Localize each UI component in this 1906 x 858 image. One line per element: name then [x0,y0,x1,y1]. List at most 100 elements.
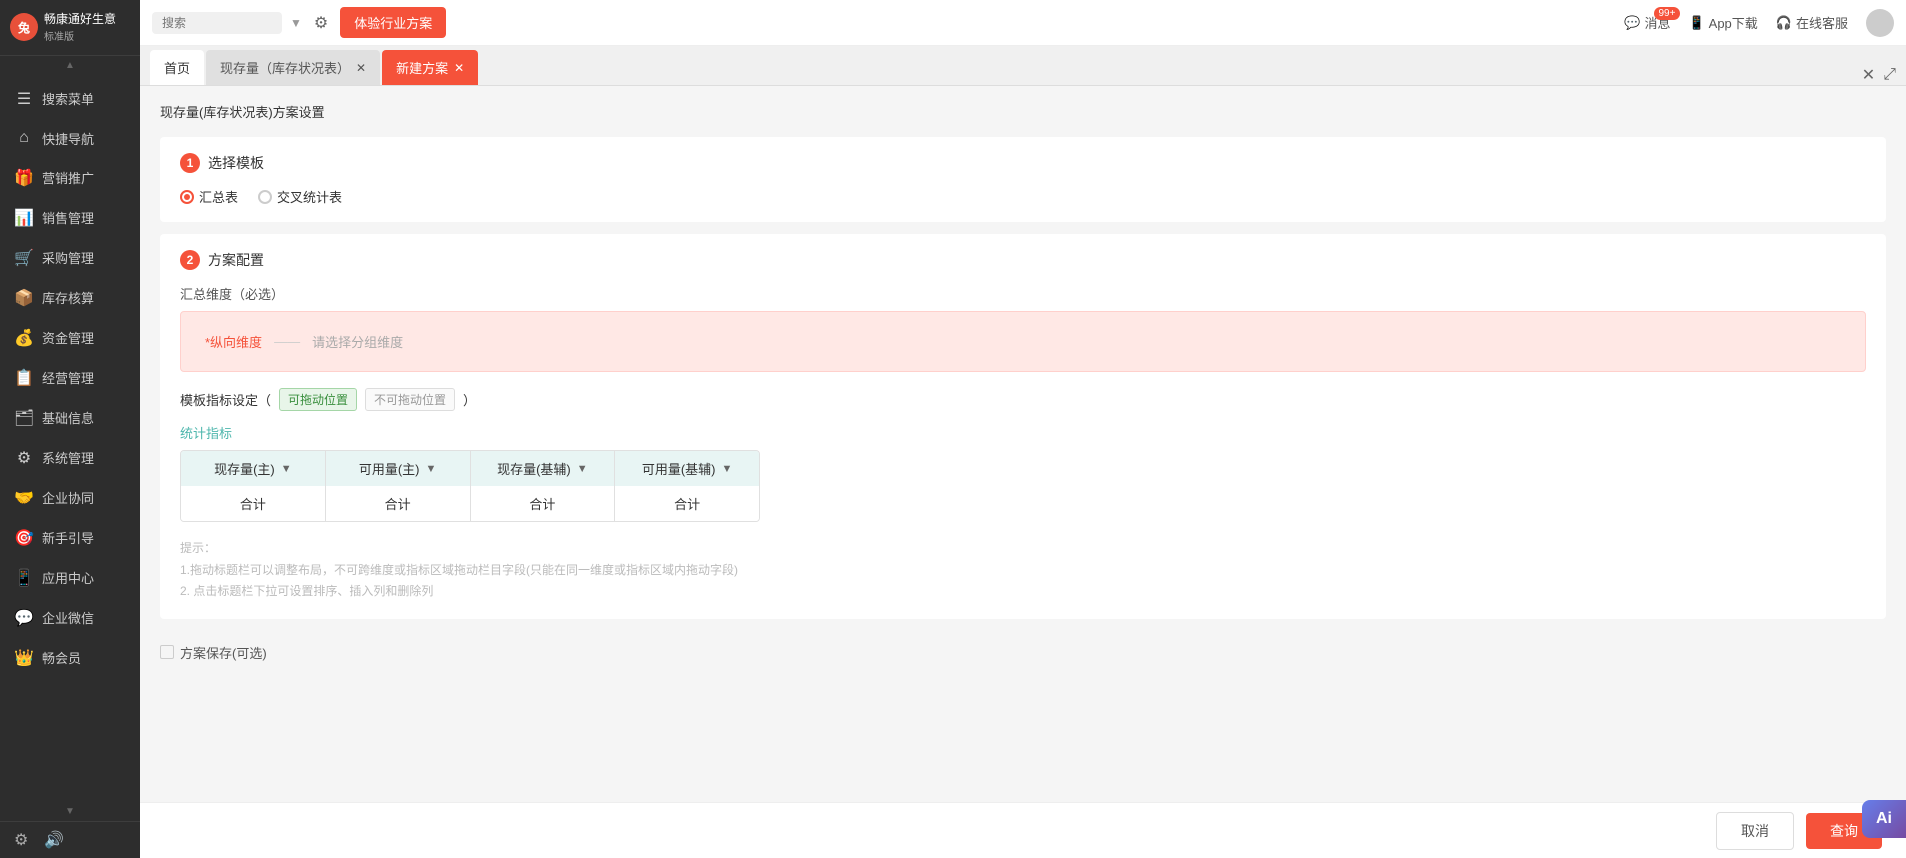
topbar-right: 💬 消息 99+ 📱 App下载 🎧 在线客服 [1624,9,1894,37]
topbar-settings-icon[interactable]: ⚙ [314,13,328,33]
save-checkbox[interactable] [160,645,174,659]
sidebar-item-inventory[interactable]: 📦 库存核算 [0,278,140,318]
tab-inventory-close[interactable]: ✕ [356,61,366,75]
sidebar-scroll-up[interactable]: ▲ [0,56,140,75]
search-input[interactable] [152,12,282,34]
sidebar-item-label: 新手引导 [42,528,94,547]
stats-col-1: 可用量(主) ▼ [326,451,471,486]
cancel-button[interactable]: 取消 [1716,812,1794,850]
gear-icon: ⚙ [14,448,34,468]
sidebar-footer: ⚙ 🔊 [0,821,140,858]
gift-icon: 🎁 [14,168,34,188]
sound-icon[interactable]: 🔊 [44,830,64,850]
stats-cell-0: 合计 [181,486,326,521]
footer-bar: 取消 查询 [140,802,1906,858]
stats-col-0-dropdown[interactable]: ▼ [281,463,292,475]
sidebar-item-label: 应用中心 [42,568,94,587]
sidebar-item-label: 企业协同 [42,488,94,507]
search-dropdown-icon[interactable]: ▼ [290,16,302,30]
scroll-down-arrow[interactable]: ▼ [65,806,75,817]
window-controls: ✕ ⤢ [1862,65,1896,85]
sidebar-item-app-center[interactable]: 📱 应用中心 [0,558,140,598]
draggable-badge: 可拖动位置 [279,388,357,411]
sidebar-item-label: 资金管理 [42,328,94,347]
section-config: 2 方案配置 汇总维度（必选） *纵向维度 —— 请选择分组维度 模板指标设定（… [160,234,1886,619]
folder-icon: 🗂 [14,408,34,428]
app-name: 畅康通好生意 [44,12,116,28]
tab-home[interactable]: 首页 [150,50,204,85]
clipboard-icon: 📋 [14,368,34,388]
sidebar-item-sales[interactable]: 📊 销售管理 [0,198,140,238]
stats-cell-3: 合计 [615,486,759,521]
stats-col-2-dropdown[interactable]: ▼ [577,463,588,475]
tab-inventory-status[interactable]: 现存量（库存状况表） ✕ [206,50,380,85]
sidebar-item-guide[interactable]: 🎯 新手引导 [0,518,140,558]
sidebar-item-label: 快捷导航 [42,129,94,148]
dimension-placeholder: 请选择分组维度 [312,332,403,351]
app-download-btn[interactable]: 📱 App下载 [1688,13,1757,32]
tab-new-scheme[interactable]: 新建方案 ✕ [382,50,478,85]
expand-window-btn[interactable]: ⤢ [1883,66,1896,84]
sidebar-item-purchase[interactable]: 🛒 采购管理 [0,238,140,278]
stats-col-3: 可用量(基辅) ▼ [615,451,759,486]
section1-number: 1 [180,153,200,173]
ai-float-button[interactable]: Ai [1862,800,1906,838]
sidebar-item-member[interactable]: 👑 畅会员 [0,638,140,678]
chart-icon: 📊 [14,208,34,228]
stats-table-header: 现存量(主) ▼ 可用量(主) ▼ 现存量(基辅) ▼ 可用量(基辅) ▼ [181,451,759,486]
tab-inventory-label: 现存量（库存状况表） [220,58,350,77]
sidebar-item-system[interactable]: ⚙ 系统管理 [0,438,140,478]
headset-icon: 🎧 [1776,15,1792,31]
dimension-dash: —— [274,334,300,349]
message-btn[interactable]: 💬 消息 99+ [1624,13,1670,32]
stats-table-body: 合计 合计 合计 合计 [181,486,759,521]
handshake-icon: 🤝 [14,488,34,508]
app-badge: 标准版 [44,28,116,43]
sidebar-item-wechat[interactable]: 💬 企业微信 [0,598,140,638]
radio-cross[interactable]: 交叉统计表 [258,187,342,206]
sidebar-item-label: 基础信息 [42,408,94,427]
settings-icon[interactable]: ⚙ [14,830,28,850]
customer-service-btn[interactable]: 🎧 在线客服 [1776,13,1848,32]
stats-cell-1: 合计 [326,486,471,521]
sidebar-item-label: 营销推广 [42,168,94,187]
sidebar: 兔 畅康通好生意 标准版 ▲ ☰ 搜索菜单 ⌂ 快捷导航 🎁 营销推广 📊 销售… [0,0,140,858]
topbar: ▼ ⚙ 体验行业方案 💬 消息 99+ 📱 App下载 🎧 在线客服 [140,0,1906,46]
main-area: ▼ ⚙ 体验行业方案 💬 消息 99+ 📱 App下载 🎧 在线客服 首页 [140,0,1906,858]
sidebar-item-quick-nav[interactable]: ⌂ 快捷导航 [0,119,140,158]
sidebar-item-label: 系统管理 [42,448,94,467]
tabs-bar: 首页 现存量（库存状况表） ✕ 新建方案 ✕ ✕ ⤢ [140,46,1906,86]
close-window-btn[interactable]: ✕ [1862,65,1875,85]
section2-number: 2 [180,250,200,270]
stats-table: 现存量(主) ▼ 可用量(主) ▼ 现存量(基辅) ▼ 可用量(基辅) ▼ [180,450,760,522]
app-icon: 📱 [1688,15,1704,31]
stats-col-3-dropdown[interactable]: ▼ [722,463,733,475]
sidebar-item-enterprise[interactable]: 🤝 企业协同 [0,478,140,518]
user-avatar[interactable] [1866,9,1894,37]
stats-section-title: 统计指标 [180,423,1866,442]
sidebar-item-label: 畅会员 [42,648,81,667]
logo-icon: 兔 [10,13,38,41]
template-radio-group: 汇总表 交叉统计表 [180,187,1866,206]
mobile-icon: 📱 [14,568,34,588]
sidebar-item-finance[interactable]: 💰 资金管理 [0,318,140,358]
tab-new-scheme-close[interactable]: ✕ [454,61,464,75]
sidebar-scroll-down[interactable]: ▼ [0,802,140,821]
sidebar-item-basic-info[interactable]: 🗂 基础信息 [0,398,140,438]
sidebar-item-label: 搜索菜单 [42,89,94,108]
sidebar-item-marketing[interactable]: 🎁 营销推广 [0,158,140,198]
tip-1: 1.拖动标题栏可以调整布局，不可跨维度或指标区域拖动栏目字段(只能在同一维度或指… [180,560,1866,582]
sidebar-item-search-menu[interactable]: ☰ 搜索菜单 [0,79,140,119]
tip-2: 2. 点击标题栏下拉可设置排序、插入列和删除列 [180,581,1866,603]
section-template: 1 选择模板 汇总表 交叉统计表 [160,137,1886,222]
stats-col-2: 现存量(基辅) ▼ [471,451,616,486]
sidebar-item-label: 库存核算 [42,288,94,307]
radio-summary[interactable]: 汇总表 [180,187,238,206]
stats-col-1-dropdown[interactable]: ▼ [426,463,437,475]
sidebar-item-operations[interactable]: 📋 经营管理 [0,358,140,398]
cart-icon: 🛒 [14,248,34,268]
dimension-required-box[interactable]: *纵向维度 —— 请选择分组维度 [180,311,1866,372]
wechat-icon: 💬 [14,608,34,628]
industry-btn[interactable]: 体验行业方案 [340,7,446,38]
scroll-up-arrow[interactable]: ▲ [65,60,75,71]
